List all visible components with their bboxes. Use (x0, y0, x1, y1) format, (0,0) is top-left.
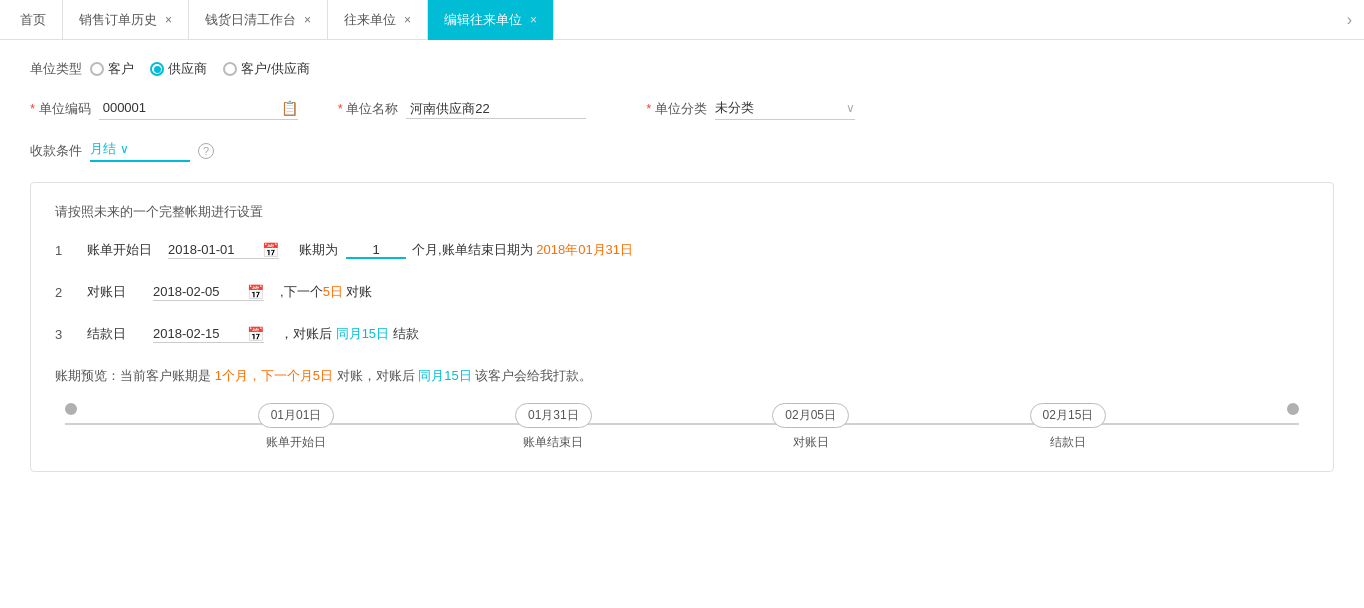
radio-supplier[interactable]: 供应商 (150, 60, 207, 78)
preview-section: 账期预览：当前客户账期是 1个月，下一个月5日 对账，对账后 同月15日 该客户… (55, 367, 1309, 451)
period-num-1: 1 (55, 243, 75, 258)
help-icon[interactable]: ? (198, 143, 214, 159)
category-arrow-icon: ∨ (846, 101, 855, 115)
reconcile-date-input[interactable] (153, 284, 243, 299)
period-desc-3: ，对账后 同月15日 结款 (280, 325, 419, 343)
radio-label-customer: 客户 (108, 60, 134, 78)
tab-cash-work[interactable]: 钱货日清工作台 × (189, 0, 328, 40)
close-tab-cash-work[interactable]: × (304, 13, 311, 27)
tab-counterpart[interactable]: 往来单位 × (328, 0, 428, 40)
code-icon[interactable]: 📋 (281, 100, 298, 116)
category-dropdown[interactable]: 未分类 ∨ (715, 99, 855, 120)
period-desc-1: 账期为 (299, 241, 338, 259)
timeline-point-2: 01月31日 账单结束日 (515, 403, 592, 451)
category-label: 单位分类 (646, 100, 707, 118)
payment-field: 收款条件 月结 ∨ ? (30, 140, 214, 162)
timeline-point-3: 02月05日 对账日 (772, 403, 849, 451)
timeline-start-dot (65, 403, 77, 415)
radio-label-supplier: 供应商 (168, 60, 207, 78)
radio-customer[interactable]: 客户 (90, 60, 134, 78)
period-num-2: 2 (55, 285, 75, 300)
period-label-1: 账单开始日 (87, 241, 152, 259)
period-num-3: 3 (55, 327, 75, 342)
payment-date-input[interactable] (153, 326, 243, 341)
tabs-expand-button[interactable]: › (1335, 0, 1364, 40)
radio-both[interactable]: 客户/供应商 (223, 60, 310, 78)
payment-dropdown[interactable]: 月结 ∨ (90, 140, 190, 162)
radio-circle-customer (90, 62, 104, 76)
period-desc-2: ,下一个5日 对账 (280, 283, 372, 301)
unit-type-radio-group: 客户 供应商 客户/供应商 (90, 60, 310, 78)
period-desc-1b: 个月,账单结束日期为 2018年01月31日 (412, 241, 633, 259)
timeline-label-2: 账单结束日 (523, 434, 583, 451)
payment-date-input-wrap: 📅 (153, 326, 264, 343)
tab-sales-history[interactable]: 销售订单历史 × (63, 0, 189, 40)
timeline-label-1: 账单开始日 (266, 434, 326, 451)
timeline-points: 01月01日 账单开始日 01月31日 账单结束日 02月05日 对账日 (65, 403, 1299, 451)
close-tab-sales-history[interactable]: × (165, 13, 172, 27)
timeline-label-4: 结款日 (1050, 434, 1086, 451)
close-tab-edit-counterpart[interactable]: × (530, 13, 537, 27)
category-value: 未分类 (715, 99, 840, 117)
payment-value: 月结 (90, 140, 116, 158)
period-label-3: 结款日 (87, 325, 137, 343)
unit-type-row: 单位类型 客户 供应商 客户/供应商 (30, 60, 1334, 78)
payment-arrow-icon: ∨ (120, 142, 129, 156)
timeline-point-4: 02月15日 结款日 (1030, 403, 1107, 451)
period-row-1: 1 账单开始日 📅 账期为 个月,账单结束日期为 2018年01月31日 (55, 241, 1309, 259)
timeline-badge-3: 02月05日 (772, 403, 849, 428)
name-label: 单位名称 (338, 100, 399, 118)
start-date-input[interactable] (168, 242, 258, 257)
radio-label-both: 客户/供应商 (241, 60, 310, 78)
period-row-3: 3 结款日 📅 ，对账后 同月15日 结款 (55, 325, 1309, 343)
close-tab-counterpart[interactable]: × (404, 13, 411, 27)
timeline-point-1: 01月01日 账单开始日 (258, 403, 335, 451)
tab-edit-counterpart[interactable]: 编辑往来单位 × (428, 0, 554, 40)
timeline-dot-start (65, 403, 77, 415)
timeline-badge-4: 02月15日 (1030, 403, 1107, 428)
name-field: 单位名称 (338, 99, 587, 119)
info-row: 单位编码 📋 单位名称 单位分类 未分类 ∨ (30, 98, 1334, 120)
timeline-label-3: 对账日 (793, 434, 829, 451)
unit-type-label: 单位类型 (30, 60, 82, 78)
period-months-input[interactable] (346, 242, 406, 259)
timeline-dot-end (1287, 403, 1299, 415)
payment-date-calendar-icon[interactable]: 📅 (247, 326, 264, 342)
category-field: 单位分类 未分类 ∨ (646, 99, 855, 120)
code-field: 单位编码 📋 (30, 98, 298, 120)
payment-row: 收款条件 月结 ∨ ? (30, 140, 1334, 162)
code-input[interactable] (99, 98, 275, 117)
period-title: 请按照未来的一个完整帐期进行设置 (55, 203, 1309, 221)
start-date-calendar-icon[interactable]: 📅 (262, 242, 279, 258)
name-input[interactable] (406, 99, 586, 119)
payment-label: 收款条件 (30, 142, 82, 160)
unit-type-field: 单位类型 客户 供应商 客户/供应商 (30, 60, 310, 78)
period-card: 请按照未来的一个完整帐期进行设置 1 账单开始日 📅 账期为 个月,账单结束日期… (30, 182, 1334, 472)
code-input-wrap: 📋 (99, 98, 298, 120)
tabs-bar: 首页 销售订单历史 × 钱货日清工作台 × 往来单位 × 编辑往来单位 × › (0, 0, 1364, 40)
preview-text: 账期预览：当前客户账期是 1个月，下一个月5日 对账，对账后 同月15日 该客户… (55, 367, 1309, 385)
radio-circle-supplier (150, 62, 164, 76)
reconcile-date-calendar-icon[interactable]: 📅 (247, 284, 264, 300)
reconcile-date-input-wrap: 📅 (153, 284, 264, 301)
radio-circle-both (223, 62, 237, 76)
timeline-badge-1: 01月01日 (258, 403, 335, 428)
tab-home[interactable]: 首页 (0, 0, 63, 40)
timeline-badge-2: 01月31日 (515, 403, 592, 428)
page-content: 单位类型 客户 供应商 客户/供应商 单位编码 (0, 40, 1364, 608)
code-label: 单位编码 (30, 100, 91, 118)
period-label-2: 对账日 (87, 283, 137, 301)
period-row-2: 2 对账日 📅 ,下一个5日 对账 (55, 283, 1309, 301)
timeline-end-dot (1287, 403, 1299, 415)
start-date-input-wrap: 📅 (168, 242, 279, 259)
timeline: 01月01日 账单开始日 01月31日 账单结束日 02月05日 对账日 (55, 403, 1309, 451)
